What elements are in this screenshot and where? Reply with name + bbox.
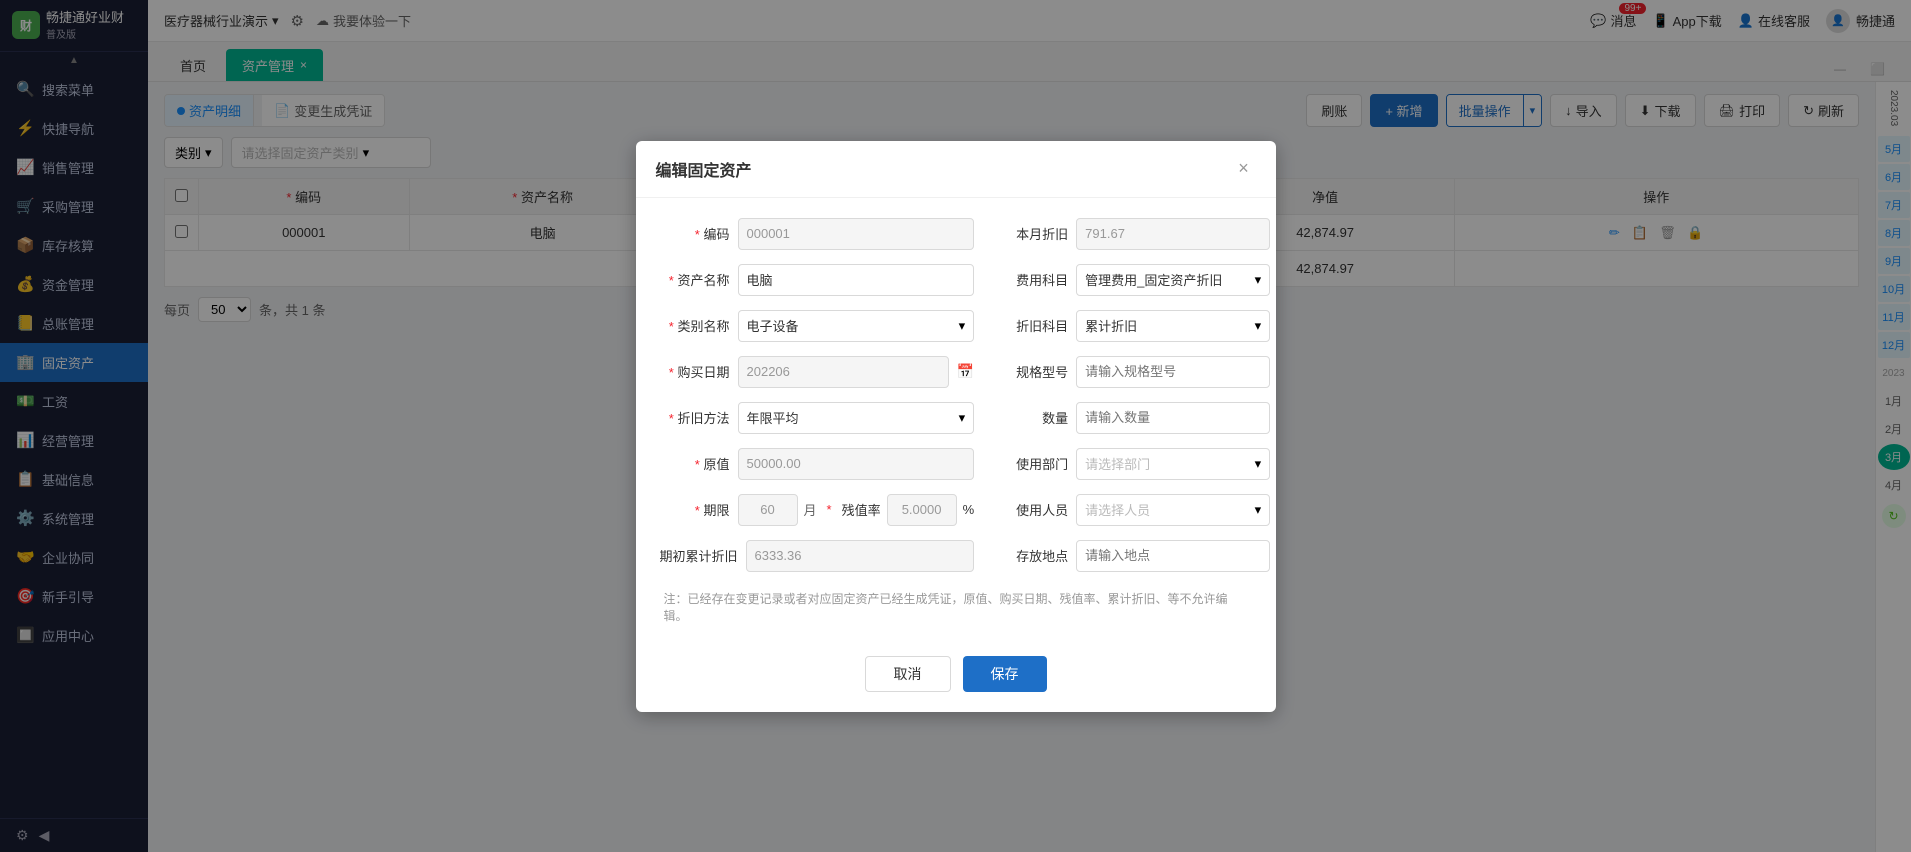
form-row-original-value: * 原值 <box>660 448 975 480</box>
location-input[interactable] <box>1076 540 1270 572</box>
residual-rate-input[interactable] <box>887 494 957 526</box>
spec-label: 规格型号 <box>998 362 1068 381</box>
category-select-icon: ▾ <box>959 318 966 334</box>
modal-note: 注：已经存在变更记录或者对应固定资产已经生成凭证，原值、购买日期、残值率、累计折… <box>660 590 1252 624</box>
monthly-dep-label: 本月折旧 <box>998 224 1068 243</box>
residual-rate-label: 残值率 <box>842 500 881 519</box>
period-unit: 月 <box>804 500 817 519</box>
user-placeholder: 请选择人员 <box>1085 500 1150 519</box>
period-row: 月 * 残值率 % <box>738 494 975 526</box>
form-row-name: * 资产名称 <box>660 264 975 296</box>
form-row-dep-subject: 折旧科目 累计折旧 ▾ <box>998 310 1270 342</box>
original-value-input[interactable] <box>738 448 975 480</box>
save-btn[interactable]: 保存 <box>963 656 1047 692</box>
category-name-label: * 类别名称 <box>660 316 730 335</box>
asset-name-label: * 资产名称 <box>660 270 730 289</box>
code-label: * 编码 <box>660 224 730 243</box>
dept-dropdown-icon: ▾ <box>1255 456 1262 472</box>
modal-body: * 编码 * 资产名称 <box>636 198 1276 644</box>
form-row-initial-dep: 期初累计折旧 <box>660 540 975 572</box>
purchase-date-input[interactable] <box>738 356 949 388</box>
form-row-code: * 编码 <box>660 218 975 250</box>
calendar-icon[interactable]: 📅 <box>957 363 974 380</box>
form-left: * 编码 * 资产名称 <box>660 218 975 576</box>
quantity-label: 数量 <box>998 408 1068 427</box>
period-input[interactable] <box>738 494 798 526</box>
modal-overlay: 编辑固定资产 × * 编码 <box>0 0 1911 852</box>
initial-dep-input[interactable] <box>746 540 975 572</box>
user-dropdown-icon: ▾ <box>1255 502 1262 518</box>
form-row-monthly-dep: 本月折旧 <box>998 218 1270 250</box>
edit-asset-modal: 编辑固定资产 × * 编码 <box>636 141 1276 712</box>
spec-input[interactable] <box>1076 356 1270 388</box>
cancel-btn[interactable]: 取消 <box>865 656 951 692</box>
period-label: * 期限 <box>660 500 730 519</box>
category-select[interactable]: 电子设备 ▾ <box>738 310 975 342</box>
dep-subject-value: 累计折旧 <box>1085 316 1137 335</box>
expense-subject-select[interactable]: 管理费用_固定资产折旧 ▾ <box>1076 264 1270 296</box>
dept-label: 使用部门 <box>998 454 1068 473</box>
form-row-dept: 使用部门 请选择部门 ▾ <box>998 448 1270 480</box>
dep-subject-dropdown-icon: ▾ <box>1255 318 1262 334</box>
original-value-label: * 原值 <box>660 454 730 473</box>
expense-subject-dropdown-icon: ▾ <box>1255 272 1262 288</box>
modal-footer: 取消 保存 <box>636 644 1276 712</box>
code-input[interactable] <box>738 218 975 250</box>
form-row-dep-method: * 折旧方法 年限平均 ▾ <box>660 402 975 434</box>
initial-dep-label: 期初累计折旧 <box>660 546 738 565</box>
modal-header: 编辑固定资产 × <box>636 141 1276 198</box>
form-row-period: * 期限 月 * 残值率 % <box>660 494 975 526</box>
user-label: 使用人员 <box>998 500 1068 519</box>
user-select[interactable]: 请选择人员 ▾ <box>1076 494 1270 526</box>
expense-subject-label: 费用科目 <box>998 270 1068 289</box>
dep-method-value: 年限平均 <box>747 408 799 427</box>
form-row-user: 使用人员 请选择人员 ▾ <box>998 494 1270 526</box>
monthly-dep-input[interactable] <box>1076 218 1270 250</box>
residual-rate-unit: % <box>963 502 975 517</box>
quantity-input[interactable] <box>1076 402 1270 434</box>
dep-subject-label: 折旧科目 <box>998 316 1068 335</box>
dept-select[interactable]: 请选择部门 ▾ <box>1076 448 1270 480</box>
form-grid: * 编码 * 资产名称 <box>660 218 1252 576</box>
form-row-expense-subject: 费用科目 管理费用_固定资产折旧 ▾ <box>998 264 1270 296</box>
purchase-date-label: * 购买日期 <box>660 362 730 381</box>
dep-method-select[interactable]: 年限平均 ▾ <box>738 402 975 434</box>
dept-placeholder: 请选择部门 <box>1085 454 1150 473</box>
location-label: 存放地点 <box>998 546 1068 565</box>
form-right: 本月折旧 费用科目 管理费用_固定资产折旧 ▾ <box>998 218 1270 576</box>
modal-title: 编辑固定资产 <box>656 157 752 181</box>
modal-close-btn[interactable]: × <box>1232 157 1256 181</box>
form-row-location: 存放地点 <box>998 540 1270 572</box>
form-row-quantity: 数量 <box>998 402 1270 434</box>
asset-name-input[interactable] <box>738 264 975 296</box>
dep-subject-select[interactable]: 累计折旧 ▾ <box>1076 310 1270 342</box>
dep-method-dropdown-icon: ▾ <box>959 410 966 426</box>
category-select-value: 电子设备 <box>747 316 799 335</box>
form-row-category: * 类别名称 电子设备 ▾ <box>660 310 975 342</box>
expense-subject-value: 管理费用_固定资产折旧 <box>1085 270 1222 289</box>
dep-method-label: * 折旧方法 <box>660 408 730 427</box>
form-row-spec: 规格型号 <box>998 356 1270 388</box>
form-row-purchase-date: * 购买日期 📅 <box>660 356 975 388</box>
